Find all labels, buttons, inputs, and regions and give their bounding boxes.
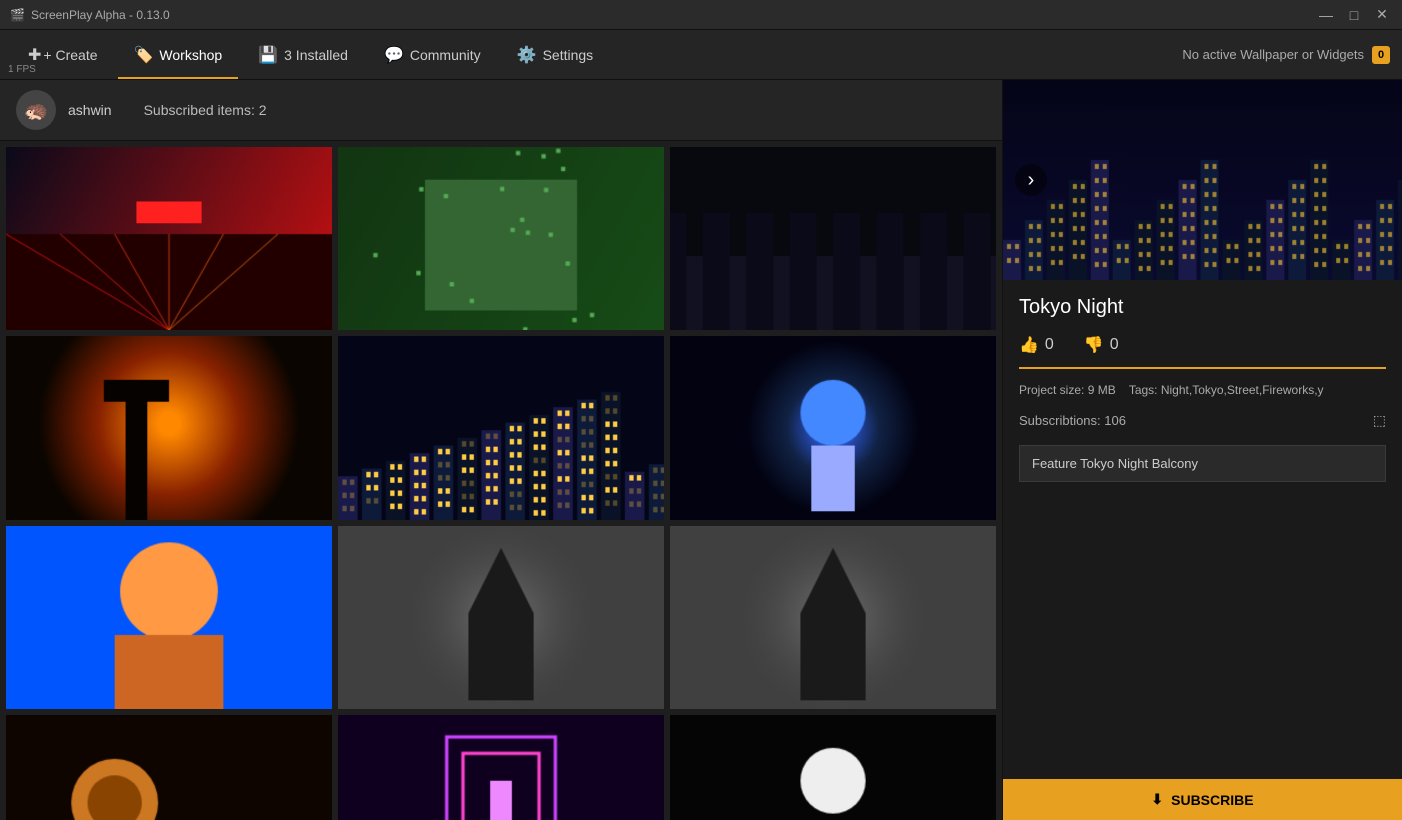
grid-item[interactable] bbox=[6, 715, 332, 820]
settings-label: Settings bbox=[543, 47, 594, 63]
user-header: 🦔 ashwin Subscribed items: 2 bbox=[0, 80, 1002, 141]
subscribe-button[interactable]: ⬇ SUBSCRIBE bbox=[1003, 779, 1402, 820]
nav-right: No active Wallpaper or Widgets 0 bbox=[1182, 46, 1390, 64]
nav-create[interactable]: ✚ + Create bbox=[12, 30, 114, 79]
app-icon: 🎬 bbox=[10, 8, 25, 22]
subscriptions-row: Subscribtions: 106 ⬚ bbox=[1019, 412, 1386, 429]
wallpaper-grid bbox=[0, 141, 1002, 820]
community-label: Community bbox=[410, 47, 481, 63]
avatar-emoji: 🦔 bbox=[24, 98, 49, 123]
workshop-label: Workshop bbox=[159, 47, 222, 63]
tags: Tags: Night,Tokyo,Street,Fireworks,y bbox=[1129, 383, 1324, 397]
vote-divider bbox=[1019, 367, 1386, 369]
close-button[interactable]: ✕ bbox=[1372, 5, 1392, 25]
meta-info: Project size: 9 MB Tags: Night,Tokyo,Str… bbox=[1019, 381, 1386, 400]
grid-item[interactable] bbox=[338, 715, 664, 820]
feature-box: Feature Tokyo Night Balcony bbox=[1019, 445, 1386, 482]
grid-item[interactable] bbox=[670, 147, 996, 330]
vote-row: 👍 0 👎 0 bbox=[1019, 335, 1386, 355]
feature-text: Feature Tokyo Night Balcony bbox=[1032, 456, 1198, 471]
expand-button[interactable]: › bbox=[1015, 164, 1047, 196]
installed-label: 3 Installed bbox=[284, 47, 348, 63]
app-title: ScreenPlay Alpha - 0.13.0 bbox=[31, 8, 170, 22]
user-name: ashwin bbox=[68, 102, 112, 118]
minimize-button[interactable]: — bbox=[1316, 5, 1336, 25]
settings-icon: ⚙️ bbox=[517, 45, 537, 65]
nav-settings[interactable]: ⚙️ Settings bbox=[501, 30, 610, 79]
subscribed-count: Subscribed items: 2 bbox=[144, 102, 267, 118]
thumbs-down-icon: 👎 bbox=[1084, 335, 1104, 355]
subscriptions-count: Subscribtions: 106 bbox=[1019, 413, 1126, 428]
grid-item[interactable] bbox=[338, 526, 664, 709]
title-bar-left: 🎬 ScreenPlay Alpha - 0.13.0 bbox=[10, 8, 170, 22]
title-bar: 🎬 ScreenPlay Alpha - 0.13.0 — □ ✕ bbox=[0, 0, 1402, 30]
dislike-count: 0 bbox=[1110, 336, 1119, 354]
nav-left: ✚ + Create 🏷️ Workshop 💾 3 Installed 💬 C… bbox=[12, 30, 609, 79]
sidebar-info: Tokyo Night 👍 0 👎 0 Project size: 9 MB T… bbox=[1003, 280, 1402, 779]
main-area: 🦔 ashwin Subscribed items: 2 bbox=[0, 80, 1002, 820]
sidebar-preview: › bbox=[1003, 80, 1402, 280]
community-icon: 💬 bbox=[384, 45, 404, 65]
grid-item[interactable] bbox=[338, 336, 664, 519]
grid-item[interactable] bbox=[6, 336, 332, 519]
status-text: No active Wallpaper or Widgets bbox=[1182, 47, 1364, 62]
sidebar: › Tokyo Night 👍 0 👎 0 Project size: 9 MB… bbox=[1002, 80, 1402, 820]
thumbs-up-icon: 👍 bbox=[1019, 335, 1039, 355]
nav-bar: 1 FPS ✚ + Create 🏷️ Workshop 💾 3 Install… bbox=[0, 30, 1402, 80]
workshop-icon: 🏷️ bbox=[134, 45, 154, 65]
grid-item[interactable] bbox=[6, 147, 332, 330]
installed-icon: 💾 bbox=[258, 45, 278, 65]
nav-workshop[interactable]: 🏷️ Workshop bbox=[118, 30, 239, 79]
create-label: + Create bbox=[43, 47, 97, 63]
subscribe-label: SUBSCRIBE bbox=[1171, 792, 1253, 808]
grid-item[interactable] bbox=[670, 715, 996, 820]
notification-badge[interactable]: 0 bbox=[1372, 46, 1390, 64]
grid-item[interactable] bbox=[6, 526, 332, 709]
like-count: 0 bbox=[1045, 336, 1054, 354]
user-avatar: 🦔 bbox=[16, 90, 56, 130]
external-link-icon[interactable]: ⬚ bbox=[1373, 412, 1386, 429]
grid-item[interactable] bbox=[670, 526, 996, 709]
nav-installed[interactable]: 💾 3 Installed bbox=[242, 30, 364, 79]
maximize-button[interactable]: □ bbox=[1344, 5, 1364, 25]
project-size: Project size: 9 MB bbox=[1019, 383, 1116, 397]
create-icon: ✚ bbox=[28, 45, 41, 65]
dislike-button[interactable]: 👎 0 bbox=[1084, 335, 1119, 355]
wallpaper-title: Tokyo Night bbox=[1019, 296, 1386, 319]
title-bar-controls[interactable]: — □ ✕ bbox=[1316, 5, 1392, 25]
content-area: 🦔 ashwin Subscribed items: 2 › Tokyo Nig… bbox=[0, 80, 1402, 820]
grid-item[interactable] bbox=[670, 336, 996, 519]
like-button[interactable]: 👍 0 bbox=[1019, 335, 1054, 355]
grid-item[interactable] bbox=[338, 147, 664, 330]
download-icon: ⬇ bbox=[1151, 791, 1163, 808]
nav-community[interactable]: 💬 Community bbox=[368, 30, 497, 79]
